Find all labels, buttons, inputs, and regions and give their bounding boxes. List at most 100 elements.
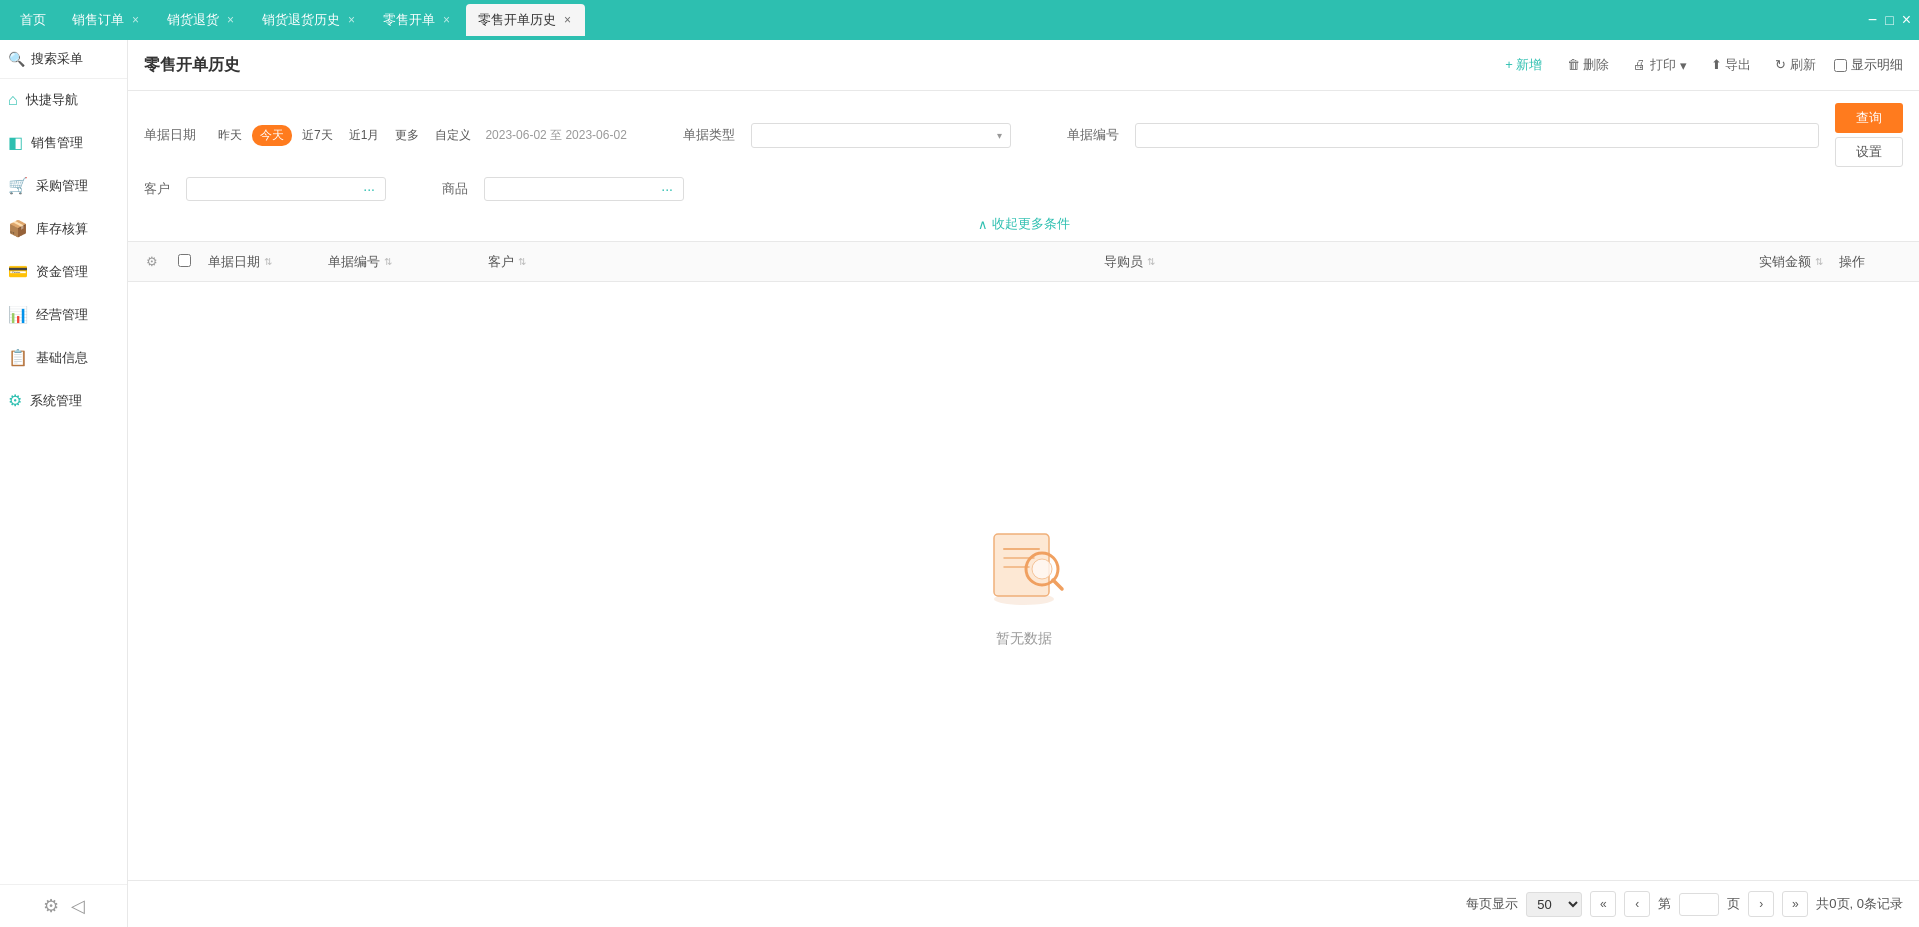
print-arrow: ▾ bbox=[1680, 58, 1687, 73]
first-page-button[interactable]: « bbox=[1590, 891, 1616, 917]
th-customer-label: 客户 bbox=[488, 253, 514, 271]
sidebar: 🔍 搜索采单 ⌂ 快捷导航 ◧ 销售管理 🛒 采购管理 📦 库存核算 💳 资金管… bbox=[0, 40, 128, 927]
th-guide-sort: ⇅ bbox=[1147, 256, 1155, 267]
sidebar-item-finance-label: 资金管理 bbox=[36, 263, 88, 281]
show-detail-checkbox[interactable]: 显示明细 bbox=[1834, 56, 1903, 74]
sidebar-item-quick-nav-label: 快捷导航 bbox=[26, 91, 78, 109]
tab-sales-return-close[interactable]: × bbox=[225, 11, 236, 29]
tab-sales-return[interactable]: 销货退货 × bbox=[155, 4, 248, 36]
empty-illustration bbox=[974, 514, 1074, 614]
window-controls: − □ × bbox=[1868, 11, 1911, 29]
th-num[interactable]: 单据编号 ⇅ bbox=[320, 253, 480, 271]
th-customer[interactable]: 客户 ⇅ bbox=[480, 253, 1096, 271]
tab-sales-order[interactable]: 销售订单 × bbox=[60, 4, 153, 36]
goods-label: 商品 bbox=[442, 180, 468, 198]
sidebar-item-purchase-mgmt[interactable]: 🛒 采购管理 bbox=[0, 164, 127, 207]
sidebar-item-operation[interactable]: 📊 经营管理 bbox=[0, 293, 127, 336]
page-number-input[interactable]: 1 bbox=[1679, 893, 1719, 916]
table-settings-icon[interactable]: ⚙ bbox=[136, 254, 168, 269]
page-header: 零售开单历史 + 新增 🗑 删除 🖨 打印 ▾ ⬆ 导出 ↻ 刷新 显示明细 bbox=[128, 40, 1919, 91]
date-1month-btn[interactable]: 近1月 bbox=[343, 125, 386, 146]
th-amount[interactable]: 实销金额 ⇅ bbox=[1216, 253, 1832, 271]
refresh-button[interactable]: ↻ 刷新 bbox=[1769, 52, 1822, 78]
query-set-btns: 查询 设置 bbox=[1835, 103, 1903, 167]
select-all-checkbox[interactable] bbox=[178, 254, 191, 267]
sidebar-item-operation-label: 经营管理 bbox=[36, 306, 88, 324]
svg-line-8 bbox=[1053, 580, 1062, 589]
tab-home[interactable]: 首页 bbox=[8, 4, 58, 36]
th-date-label: 单据日期 bbox=[208, 253, 260, 271]
delete-button[interactable]: 🗑 删除 bbox=[1561, 52, 1616, 78]
tab-sales-return-history[interactable]: 销货退货历史 × bbox=[250, 4, 369, 36]
doc-num-input[interactable] bbox=[1135, 123, 1819, 148]
prev-page-button[interactable]: ‹ bbox=[1624, 891, 1650, 917]
tab-sales-order-close[interactable]: × bbox=[130, 11, 141, 29]
doc-type-arrow: ▾ bbox=[997, 130, 1002, 141]
last-page-button[interactable]: » bbox=[1782, 891, 1808, 917]
sidebar-settings-icon[interactable]: ⚙ bbox=[43, 895, 59, 917]
filter-row-2: 客户 ··· 商品 ··· bbox=[144, 177, 1903, 201]
collapse-button[interactable]: ∧ 收起更多条件 bbox=[970, 211, 1078, 237]
th-date[interactable]: 单据日期 ⇅ bbox=[200, 253, 320, 271]
date-range-text: 2023-06-02 至 2023-06-02 bbox=[485, 127, 626, 144]
tab-retail-open-close[interactable]: × bbox=[441, 11, 452, 29]
total-info: 共0页, 0条记录 bbox=[1816, 895, 1903, 913]
date-7days-btn[interactable]: 近7天 bbox=[296, 125, 339, 146]
goods-value bbox=[491, 182, 657, 197]
sidebar-item-sys-mgmt-label: 系统管理 bbox=[30, 392, 82, 410]
tab-retail-open-history-label: 零售开单历史 bbox=[478, 11, 556, 29]
close-window-button[interactable]: × bbox=[1902, 11, 1911, 29]
th-guide[interactable]: 导购员 ⇅ bbox=[1096, 253, 1216, 271]
sidebar-item-sys-mgmt[interactable]: ⚙ 系统管理 bbox=[0, 379, 127, 422]
customer-value bbox=[193, 182, 359, 197]
goods-dots[interactable]: ··· bbox=[657, 181, 677, 197]
sidebar-item-finance[interactable]: 💳 资金管理 bbox=[0, 250, 127, 293]
sidebar-item-inventory[interactable]: 📦 库存核算 bbox=[0, 207, 127, 250]
page-label: 页 bbox=[1727, 895, 1740, 913]
query-button[interactable]: 查询 bbox=[1835, 103, 1903, 133]
customer-dots[interactable]: ··· bbox=[359, 181, 379, 197]
th-num-sort: ⇅ bbox=[384, 256, 392, 267]
finance-icon: 💳 bbox=[8, 262, 28, 281]
date-more-btn[interactable]: 更多 bbox=[389, 125, 425, 146]
date-today-btn[interactable]: 今天 bbox=[252, 125, 292, 146]
next-page-button[interactable]: › bbox=[1748, 891, 1774, 917]
th-amount-sort: ⇅ bbox=[1815, 256, 1823, 267]
customer-select[interactable]: ··· bbox=[186, 177, 386, 201]
sidebar-search-label: 搜索采单 bbox=[31, 50, 83, 68]
set-button[interactable]: 设置 bbox=[1835, 137, 1903, 167]
header-actions: + 新增 🗑 删除 🖨 打印 ▾ ⬆ 导出 ↻ 刷新 显示明细 bbox=[1499, 52, 1903, 78]
tab-retail-open-history-close[interactable]: × bbox=[562, 11, 573, 29]
tab-home-label: 首页 bbox=[20, 11, 46, 29]
sidebar-collapse-icon[interactable]: ◁ bbox=[71, 895, 85, 917]
per-page-label: 每页显示 bbox=[1466, 895, 1518, 913]
date-custom-btn[interactable]: 自定义 bbox=[429, 125, 477, 146]
goods-select[interactable]: ··· bbox=[484, 177, 684, 201]
show-detail-input[interactable] bbox=[1834, 59, 1847, 72]
filter-dates: 昨天 今天 近7天 近1月 更多 自定义 2023-06-02 至 2023-0… bbox=[212, 125, 627, 146]
collapse-icon: ∧ bbox=[978, 217, 988, 232]
sidebar-item-sales-mgmt[interactable]: ◧ 销售管理 bbox=[0, 121, 127, 164]
sidebar-search[interactable]: 🔍 搜索采单 bbox=[0, 40, 127, 79]
page-title: 零售开单历史 bbox=[144, 55, 240, 76]
tab-retail-open[interactable]: 零售开单 × bbox=[371, 4, 464, 36]
export-button[interactable]: ⬆ 导出 bbox=[1705, 52, 1758, 78]
sidebar-item-basic-info[interactable]: 📋 基础信息 bbox=[0, 336, 127, 379]
sidebar-item-purchase-mgmt-label: 采购管理 bbox=[36, 177, 88, 195]
add-button[interactable]: + 新增 bbox=[1499, 52, 1548, 78]
sidebar-item-quick-nav[interactable]: ⌂ 快捷导航 bbox=[0, 79, 127, 121]
filter-row-1: 单据日期 昨天 今天 近7天 近1月 更多 自定义 2023-06-02 至 2… bbox=[144, 103, 1903, 167]
tab-retail-open-history[interactable]: 零售开单历史 × bbox=[466, 4, 585, 36]
date-yesterday-btn[interactable]: 昨天 bbox=[212, 125, 248, 146]
tab-sales-return-history-close[interactable]: × bbox=[346, 11, 357, 29]
maximize-button[interactable]: □ bbox=[1885, 12, 1893, 28]
date-filter-label: 单据日期 bbox=[144, 126, 196, 144]
th-amount-label: 实销金额 bbox=[1759, 253, 1811, 271]
th-num-label: 单据编号 bbox=[328, 253, 380, 271]
doc-type-select[interactable]: ▾ bbox=[751, 123, 1011, 148]
table-select-all[interactable] bbox=[168, 254, 200, 270]
per-page-select[interactable]: 50 10 20 100 bbox=[1526, 892, 1582, 917]
doc-num-label: 单据编号 bbox=[1067, 126, 1119, 144]
print-button[interactable]: 🖨 打印 ▾ bbox=[1627, 52, 1693, 78]
minimize-button[interactable]: − bbox=[1868, 11, 1877, 29]
